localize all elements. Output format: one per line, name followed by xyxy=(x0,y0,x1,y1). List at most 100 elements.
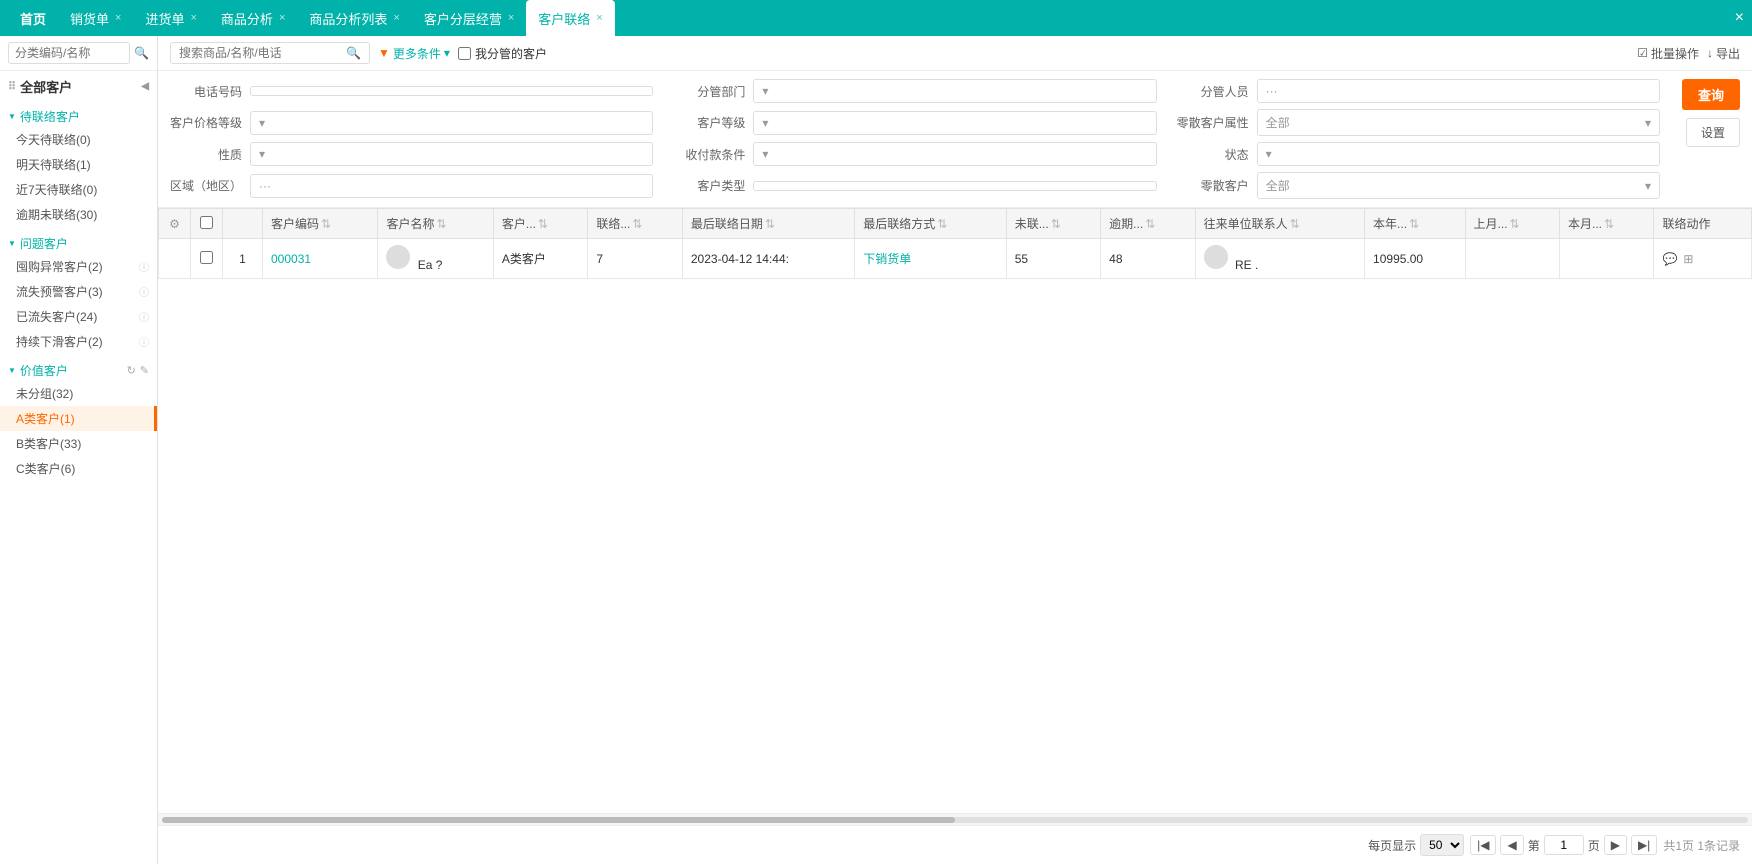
info-icon: ⓘ xyxy=(139,334,149,349)
grid-icon[interactable]: ⊞ xyxy=(1683,252,1693,266)
table-check-header[interactable] xyxy=(191,209,223,239)
nav-sales-order[interactable]: 销货单 × xyxy=(58,0,133,36)
payment-select[interactable]: ▾ xyxy=(753,142,1156,166)
nav-product-analysis-list[interactable]: 商品分析列表 × xyxy=(297,0,411,36)
nav-customer-contact[interactable]: 客户联络 × xyxy=(526,0,614,36)
row-last-method[interactable]: 下销货单 xyxy=(855,239,1006,279)
table-current-year-header[interactable]: 本年...⇅ xyxy=(1365,209,1465,239)
sidebar-collapse-icon[interactable]: ◀ xyxy=(141,81,149,92)
customer-code-link[interactable]: 000031 xyxy=(271,252,311,266)
sidebar-item-churn-warning[interactable]: 流失预警客户(3) ⓘ xyxy=(0,279,157,304)
row-num: 1 xyxy=(223,239,263,279)
sidebar-group-pending-title[interactable]: ▼ 待联络客户 xyxy=(0,104,157,127)
table-last-month-header[interactable]: 上月...⇅ xyxy=(1465,209,1559,239)
sidebar-group-problem-title[interactable]: ▼ 问题客户 xyxy=(0,231,157,254)
table-settings-header[interactable]: ⚙ xyxy=(159,209,191,239)
page-size-select[interactable]: 50 xyxy=(1420,834,1464,856)
chat-icon[interactable]: 💬 xyxy=(1662,252,1677,266)
sidebar-item-churned[interactable]: 已流失客户(24) ⓘ xyxy=(0,304,157,329)
manager-input[interactable]: ··· xyxy=(1257,79,1660,103)
row-gear xyxy=(159,239,191,279)
row-select-checkbox[interactable] xyxy=(200,251,213,264)
status-select[interactable]: ▾ xyxy=(1257,142,1660,166)
checkbox-icon: ☑ xyxy=(1637,46,1648,60)
sidebar-item-declining[interactable]: 持续下滑客户(2) ⓘ xyxy=(0,329,157,354)
phone-input[interactable] xyxy=(250,86,653,96)
edit-icon[interactable]: ✎ xyxy=(140,364,149,377)
close-purchase-order[interactable]: × xyxy=(190,12,196,24)
manager-label: 分管人员 xyxy=(1177,83,1257,100)
close-product-analysis-list[interactable]: × xyxy=(393,12,399,24)
table-overdue-header[interactable]: 逾期...⇅ xyxy=(1101,209,1195,239)
sidebar-item-unclassified[interactable]: 未分组(32) xyxy=(0,381,157,406)
sidebar-item-b-class[interactable]: B类客户(33) xyxy=(0,431,157,456)
filter-buttons: 查询 设置 xyxy=(1660,79,1740,199)
customer-level-select[interactable]: ▾ xyxy=(753,111,1156,135)
sidebar-item-tomorrow[interactable]: 明天待联络(1) xyxy=(0,152,157,177)
chevron-down-icon: ▾ xyxy=(762,147,768,161)
sidebar-item-c-class[interactable]: C类客户(6) xyxy=(0,456,157,481)
sidebar-all-customers[interactable]: ⠿ 全部客户 ◀ xyxy=(0,71,157,102)
nav-customer-segmentation[interactable]: 客户分层经营 × xyxy=(412,0,526,36)
page-number-input[interactable] xyxy=(1544,835,1584,855)
region-input[interactable]: ··· xyxy=(250,174,653,198)
table-last-date-header[interactable]: 最后联络日期⇅ xyxy=(682,209,854,239)
row-checkbox[interactable] xyxy=(191,239,223,279)
first-page-button[interactable]: |◀ xyxy=(1470,835,1496,855)
search-icon[interactable]: 🔍 xyxy=(346,46,361,60)
search-input[interactable] xyxy=(179,46,346,60)
contact-method-link[interactable]: 下销货单 xyxy=(863,252,911,266)
export-button[interactable]: ↓ 导出 xyxy=(1707,45,1740,62)
sidebar-item-overdue[interactable]: 逾期未联络(30) xyxy=(0,202,157,227)
sidebar-group-problem: ▼ 问题客户 囤购异常客户(2) ⓘ 流失预警客户(3) ⓘ 已流失客户(24)… xyxy=(0,229,157,356)
table-last-method-header[interactable]: 最后联络方式⇅ xyxy=(855,209,1006,239)
window-close-button[interactable]: × xyxy=(1735,9,1744,27)
table-name-header[interactable]: 客户名称⇅ xyxy=(378,209,493,239)
table-contact-header[interactable]: 联络...⇅ xyxy=(588,209,682,239)
customer-type-input[interactable] xyxy=(753,181,1156,191)
next-page-button[interactable]: ▶ xyxy=(1604,835,1627,855)
select-all-checkbox[interactable] xyxy=(200,216,213,229)
prev-page-button[interactable]: ◀ xyxy=(1500,835,1523,855)
row-customer-type: A类客户 xyxy=(493,239,587,279)
sidebar-search-input[interactable] xyxy=(8,42,130,64)
my-customers-checkbox[interactable] xyxy=(458,47,471,60)
close-product-analysis[interactable]: × xyxy=(279,12,285,24)
table-code-header[interactable]: 客户编码⇅ xyxy=(263,209,378,239)
close-sales-order[interactable]: × xyxy=(115,12,121,24)
nature-select[interactable]: ▾ xyxy=(250,142,653,166)
nav-product-analysis[interactable]: 商品分析 × xyxy=(209,0,297,36)
close-customer-contact[interactable]: × xyxy=(596,12,602,24)
sparse-attr-select[interactable]: 全部 ▾ xyxy=(1257,109,1660,136)
table-current-month-header[interactable]: 本月...⇅ xyxy=(1559,209,1653,239)
refresh-icon[interactable]: ↻ xyxy=(127,364,136,377)
table-type-header[interactable]: 客户...⇅ xyxy=(493,209,587,239)
sidebar-search-icon[interactable]: 🔍 xyxy=(134,46,149,60)
table-contact-person-header[interactable]: 往来单位联系人⇅ xyxy=(1195,209,1364,239)
row-last-date: 2023-04-12 14:44: xyxy=(682,239,854,279)
nav-home[interactable]: 首页 xyxy=(8,0,58,36)
close-customer-segmentation[interactable]: × xyxy=(508,12,514,24)
query-button[interactable]: 查询 xyxy=(1682,79,1740,110)
chevron-down-icon: ▾ xyxy=(259,147,265,161)
scroll-thumb[interactable] xyxy=(162,817,955,823)
sidebar-group-value-title[interactable]: ▼ 价值客户 ↻ ✎ xyxy=(0,358,157,381)
nav-purchase-order[interactable]: 进货单 × xyxy=(133,0,208,36)
sidebar-item-hoarding[interactable]: 囤购异常客户(2) ⓘ xyxy=(0,254,157,279)
table-not-contacted-header[interactable]: 未联...⇅ xyxy=(1006,209,1100,239)
more-filter-button[interactable]: ▼ 更多条件 ▾ xyxy=(378,45,450,62)
sidebar-item-a-class[interactable]: A类客户(1) xyxy=(0,406,157,431)
sidebar-item-7days[interactable]: 近7天待联络(0) xyxy=(0,177,157,202)
batch-operation-button[interactable]: ☑ 批量操作 xyxy=(1637,45,1699,62)
triangle-icon: ▼ xyxy=(8,112,16,121)
dept-select[interactable]: ▾ xyxy=(753,79,1156,103)
last-page-button[interactable]: ▶| xyxy=(1631,835,1657,855)
my-customers-checkbox-label[interactable]: 我分管的客户 xyxy=(458,45,547,62)
settings-button[interactable]: 设置 xyxy=(1686,118,1740,147)
sidebar-item-today[interactable]: 今天待联络(0) xyxy=(0,127,157,152)
row-code[interactable]: 000031 xyxy=(263,239,378,279)
search-box[interactable]: 🔍 xyxy=(170,42,370,64)
horizontal-scrollbar[interactable] xyxy=(158,813,1752,825)
price-level-select[interactable]: ▾ xyxy=(250,111,653,135)
sparse-customer-select[interactable]: 全部 ▾ xyxy=(1257,172,1660,199)
